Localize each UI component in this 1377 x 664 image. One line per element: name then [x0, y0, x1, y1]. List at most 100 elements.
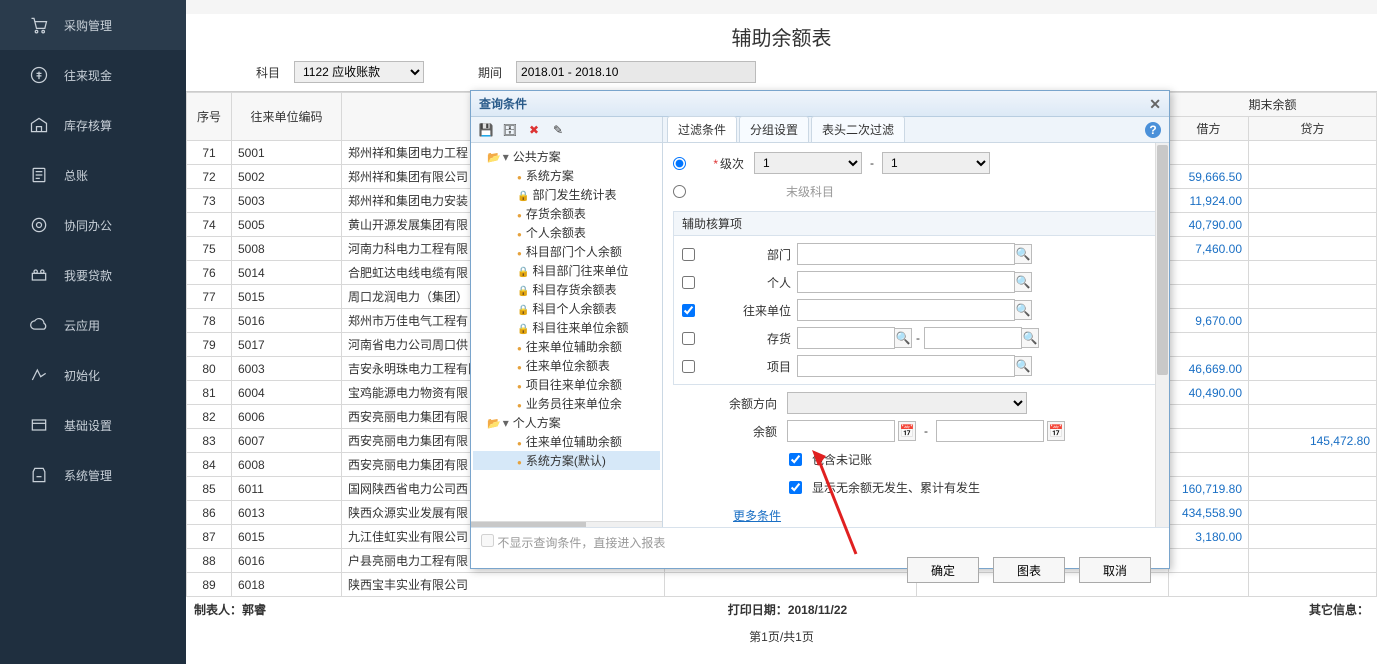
sidebar-label: 我要贷款 — [64, 267, 112, 284]
sidebar-item-purchase[interactable]: 采购管理 — [0, 0, 186, 50]
level-to[interactable]: 1 — [882, 152, 990, 174]
sidebar-item-inventory[interactable]: 库存核算 — [0, 100, 186, 150]
tree-node[interactable]: 项目往来单位余额 — [473, 375, 660, 394]
scheme-tree[interactable]: ▾公共方案系统方案部门发生统计表存货余额表个人余额表科目部门个人余额科目部门往来… — [471, 143, 662, 521]
aux-input[interactable] — [797, 271, 1015, 293]
form-scrollbar[interactable] — [1155, 143, 1169, 527]
col-debit: 借方 — [1169, 117, 1249, 141]
leaf-radio[interactable] — [673, 185, 686, 198]
aux-row: 项目🔍 — [682, 352, 1150, 380]
tree-node[interactable]: 存货余额表 — [473, 204, 660, 223]
cancel-button[interactable]: 取消 — [1079, 557, 1151, 583]
report-title: 辅助余额表 — [186, 14, 1377, 57]
sidebar-item-cash[interactable]: 往来现金 — [0, 50, 186, 100]
tree-node[interactable]: 业务员往来单位余 — [473, 394, 660, 413]
delete-icon[interactable]: ✖ — [525, 121, 543, 139]
aux-check[interactable] — [682, 304, 695, 317]
tree-node[interactable]: 科目个人余额表 — [473, 299, 660, 318]
form-body: 级次 1 - 1 末级科目 辅助核算项 部门🔍个人🔍往来单位🔍存货🔍-🔍项目🔍 … — [663, 143, 1169, 527]
show-zero-check[interactable] — [789, 481, 802, 494]
tree-node[interactable]: 个人余额表 — [473, 223, 660, 242]
aux-input[interactable] — [924, 327, 1022, 349]
tree-node[interactable]: 科目部门往来单位 — [473, 261, 660, 280]
aux-input[interactable] — [797, 243, 1015, 265]
date-icon[interactable]: 📅 — [898, 421, 916, 441]
aux-input[interactable] — [797, 327, 895, 349]
cloud-icon — [28, 314, 50, 336]
tree-node[interactable]: 往来单位辅助余额 — [473, 337, 660, 356]
aux-input[interactable] — [797, 299, 1015, 321]
sidebar-item-sysmgr[interactable]: 系统管理 — [0, 450, 186, 500]
sidebar-label: 采购管理 — [64, 17, 112, 34]
tree-node[interactable]: 往来单位辅助余额 — [473, 432, 660, 451]
subject-select[interactable]: 1122 应收账款 — [294, 61, 424, 83]
chk1-label: 包含未记账 — [812, 451, 872, 468]
edit-icon[interactable]: ✎ — [549, 121, 567, 139]
aux-input[interactable] — [797, 355, 1015, 377]
tree-node[interactable]: ▾公共方案 — [473, 147, 660, 166]
aux-title: 辅助核算项 — [674, 212, 1158, 236]
tree-node[interactable]: 科目存货余额表 — [473, 280, 660, 299]
aux-check[interactable] — [682, 248, 695, 261]
col-seq: 序号 — [187, 93, 232, 141]
col-code: 往来单位编码 — [232, 93, 342, 141]
lookup-icon[interactable]: 🔍 — [1014, 272, 1032, 292]
report-footer: 制表人：郭睿 打印日期：2018/11/22 其它信息： — [186, 597, 1377, 622]
lookup-icon[interactable]: 🔍 — [1021, 328, 1039, 348]
settings-icon — [28, 414, 50, 436]
save-icon[interactable]: 💾 — [477, 121, 495, 139]
leaf-label: 末级科目 — [690, 183, 840, 200]
tree-node[interactable]: 部门发生统计表 — [473, 185, 660, 204]
amt-from[interactable] — [787, 420, 895, 442]
tree-node[interactable]: ▾个人方案 — [473, 413, 660, 432]
period-input[interactable] — [516, 61, 756, 83]
tree-node[interactable]: 科目部门个人余额 — [473, 242, 660, 261]
sidebar-item-collab[interactable]: 协同办公 — [0, 200, 186, 250]
lookup-icon[interactable]: 🔍 — [894, 328, 912, 348]
date-icon[interactable]: 📅 — [1047, 421, 1065, 441]
chk2-label: 显示无余额无发生、累计有发生 — [812, 479, 980, 496]
ledger-icon — [28, 164, 50, 186]
lookup-icon[interactable]: 🔍 — [1014, 244, 1032, 264]
dialog-titlebar[interactable]: 查询条件 ✕ — [471, 91, 1169, 117]
lookup-icon[interactable]: 🔍 — [1014, 300, 1032, 320]
init-icon — [28, 364, 50, 386]
loan-icon — [28, 264, 50, 286]
level-radio[interactable] — [673, 157, 686, 170]
save-as-icon[interactable]: 🗄 — [501, 121, 519, 139]
tree-toolbar: 💾 🗄 ✖ ✎ — [471, 117, 662, 143]
help-icon[interactable]: ? — [1145, 122, 1161, 138]
tab-group[interactable]: 分组设置 — [739, 116, 809, 142]
level-from[interactable]: 1 — [754, 152, 862, 174]
tree-node[interactable]: 科目往来单位余额 — [473, 318, 660, 337]
tree-hscroll[interactable] — [471, 521, 662, 527]
include-unposted-check[interactable] — [789, 453, 802, 466]
tree-node[interactable]: 往来单位余额表 — [473, 356, 660, 375]
close-icon[interactable]: ✕ — [1149, 91, 1161, 116]
aux-check[interactable] — [682, 276, 695, 289]
sidebar-item-basic[interactable]: 基础设置 — [0, 400, 186, 450]
tab-header[interactable]: 表头二次过滤 — [811, 116, 905, 142]
tree-node[interactable]: 系统方案 — [473, 166, 660, 185]
more-link[interactable]: 更多条件 — [733, 507, 781, 524]
dialog-tabs: 过滤条件 分组设置 表头二次过滤 ? — [663, 117, 1169, 143]
noshow-check[interactable] — [481, 534, 494, 547]
chart-button[interactable]: 图表 — [993, 557, 1065, 583]
sidebar-item-loan[interactable]: 我要贷款 — [0, 250, 186, 300]
sidebar-label: 往来现金 — [64, 67, 112, 84]
collab-icon — [28, 214, 50, 236]
sidebar-item-init[interactable]: 初始化 — [0, 350, 186, 400]
lookup-icon[interactable]: 🔍 — [1014, 356, 1032, 376]
sidebar-item-ledger[interactable]: 总账 — [0, 150, 186, 200]
amt-to[interactable] — [936, 420, 1044, 442]
sidebar: 采购管理 往来现金 库存核算 总账 协同办公 我要贷款 云应用 初始化 基础设置… — [0, 0, 186, 664]
report-filters: 科目 1122 应收账款 期间 — [186, 57, 1377, 91]
sidebar-item-cloud[interactable]: 云应用 — [0, 300, 186, 350]
tab-filter[interactable]: 过滤条件 — [667, 116, 737, 142]
tree-node[interactable]: 系统方案(默认) — [473, 451, 660, 470]
aux-check[interactable] — [682, 360, 695, 373]
dir-select[interactable] — [787, 392, 1027, 414]
aux-check[interactable] — [682, 332, 695, 345]
ok-button[interactable]: 确定 — [907, 557, 979, 583]
form-pane: 过滤条件 分组设置 表头二次过滤 ? 级次 1 - 1 末级科目 辅助 — [663, 117, 1169, 527]
